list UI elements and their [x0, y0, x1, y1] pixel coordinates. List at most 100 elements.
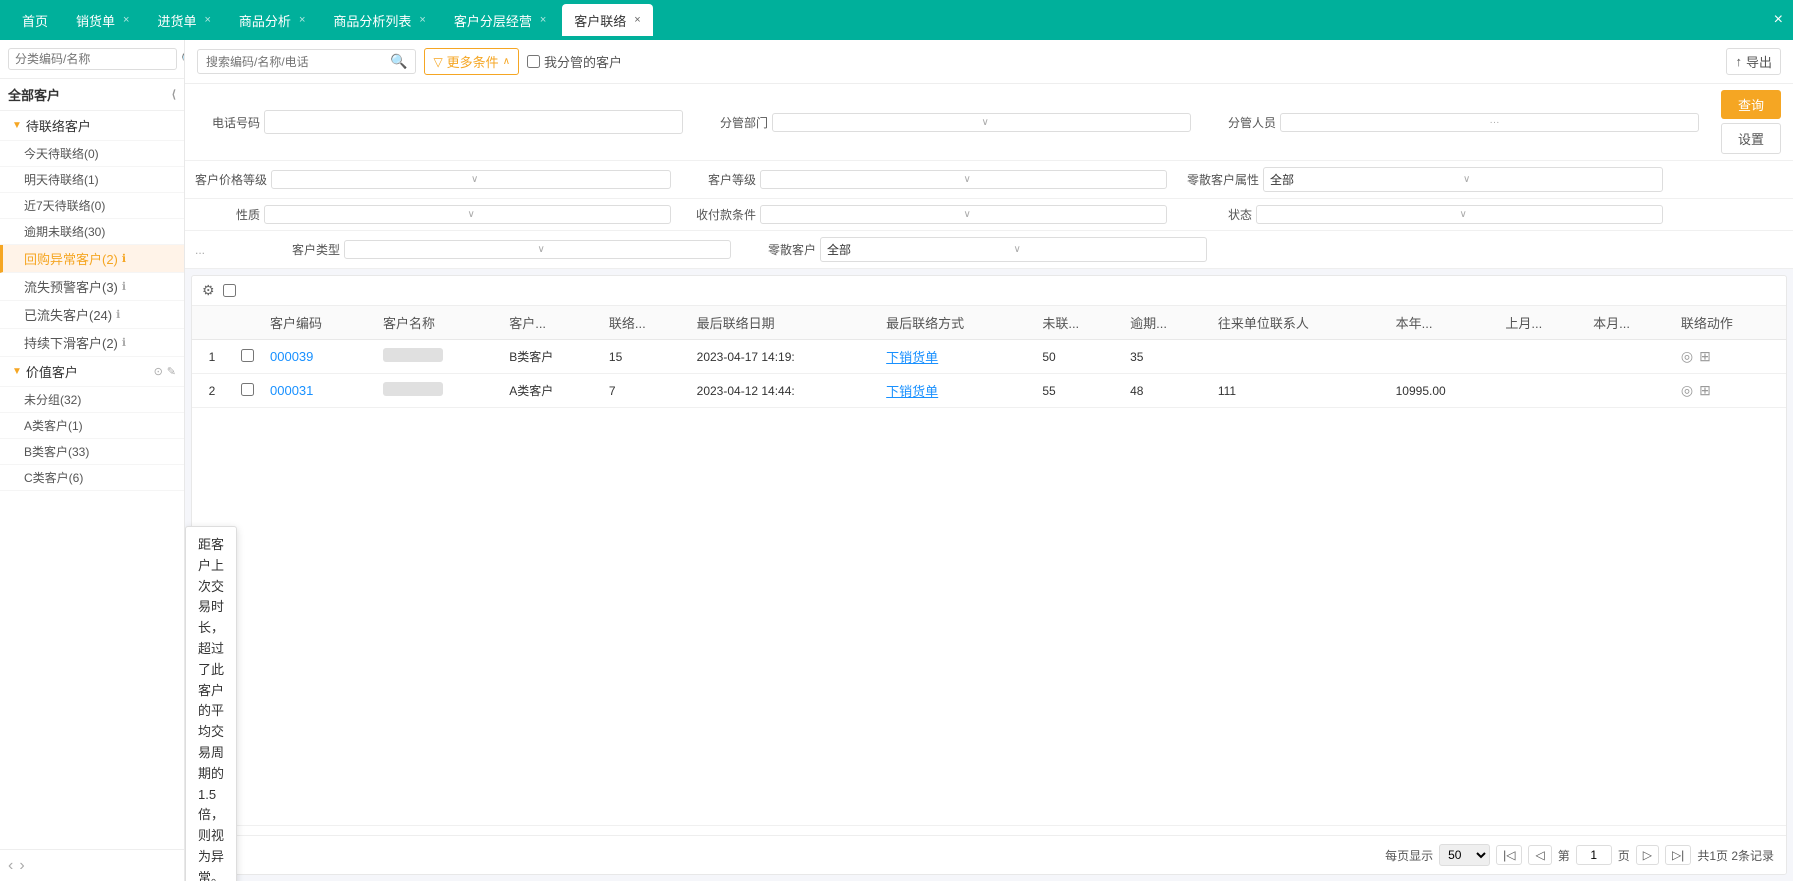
close-tab-product-analysis-list[interactable]: ×	[419, 14, 425, 26]
sidebar-collapse-icon[interactable]: ⟨	[172, 88, 176, 101]
sidebar-item-b-class[interactable]: B类客户(33)	[0, 439, 184, 465]
settings-icon-value[interactable]: ✎	[167, 365, 176, 378]
table-row: 1 000039 B类客户 15 2023-04-17 14:19: 下销货单 …	[192, 340, 1786, 374]
sidebar-item-declining[interactable]: 持续下滑客户(2) ℹ	[0, 329, 184, 357]
close-tab-sales-order[interactable]: ×	[123, 14, 129, 26]
col-customer-type[interactable]: 客户...	[501, 306, 601, 340]
query-button[interactable]: 查询	[1721, 90, 1781, 119]
last-page-button[interactable]: ▷|	[1665, 845, 1691, 865]
customer-code-link[interactable]: 000039	[270, 349, 313, 364]
col-customer-name[interactable]: 客户名称	[375, 306, 501, 340]
col-unread[interactable]: 未联...	[1034, 306, 1122, 340]
unread-cell: 50	[1034, 340, 1122, 374]
price-level-chevron-icon: ∨	[471, 174, 664, 185]
export-button[interactable]: ↑ 导出	[1726, 48, 1781, 75]
more-dots[interactable]: ...	[195, 243, 205, 257]
tab-home[interactable]: 首页	[10, 4, 60, 36]
sidebar-item-repurchase-abnormal[interactable]: 回购异常客户(2) ℹ	[0, 245, 184, 273]
sidebar-search-input[interactable]	[8, 48, 177, 70]
more-conditions-button[interactable]: ▽ 更多条件 ∧	[424, 48, 519, 75]
col-last-contact-date[interactable]: 最后联络日期	[689, 306, 879, 340]
col-customer-code[interactable]: 客户编码	[262, 306, 375, 340]
gender-select[interactable]: ∨	[264, 205, 671, 224]
toolbar-search-input[interactable]	[206, 55, 386, 69]
close-tab-customer-contact[interactable]: ×	[634, 14, 640, 26]
sidebar-prev-icon[interactable]: ‹	[8, 857, 13, 875]
tab-customer-contact[interactable]: 客户联络 ×	[562, 4, 652, 36]
tab-sales-order[interactable]: 销货单 ×	[64, 4, 141, 36]
sidebar-item-7days-pending[interactable]: 近7天待联络(0)	[0, 193, 184, 219]
tab-product-analysis-list[interactable]: 商品分析列表 ×	[321, 4, 437, 36]
tab-purchase-order[interactable]: 进货单 ×	[145, 4, 222, 36]
contact-action-icon[interactable]: ◎	[1681, 382, 1693, 399]
table-scrollbar[interactable]	[192, 825, 1786, 835]
my-customers-check[interactable]	[527, 55, 540, 68]
col-last-contact-method[interactable]: 最后联络方式	[878, 306, 1034, 340]
last-contact-method-link[interactable]: 下销货单	[886, 350, 938, 365]
status-select[interactable]: ∨	[1256, 205, 1663, 224]
sidebar-next-icon[interactable]: ›	[19, 857, 24, 875]
close-tab-customer-stratification[interactable]: ×	[540, 14, 546, 26]
this-year-cell: 10995.00	[1388, 374, 1498, 408]
action-cell: ◎ ⊞	[1673, 340, 1786, 374]
more-action-icon[interactable]: ⊞	[1699, 382, 1711, 399]
sidebar-group-pending[interactable]: ▼ 待联络客户	[0, 111, 184, 141]
close-tab-purchase-order[interactable]: ×	[204, 14, 210, 26]
my-customers-checkbox[interactable]: 我分管的客户	[527, 52, 622, 71]
row-checkbox-cell	[232, 374, 262, 408]
dept-select[interactable]: ∨	[772, 113, 1191, 132]
app-close-button[interactable]: ×	[1774, 11, 1783, 29]
customer-level-select[interactable]: ∨	[760, 170, 1167, 189]
payment-label: 收付款条件	[691, 206, 756, 223]
contact-action-icon[interactable]: ◎	[1681, 348, 1693, 365]
col-last-month[interactable]: 上月...	[1497, 306, 1585, 340]
retail-attr-select[interactable]: 全部 ∨	[1263, 167, 1663, 192]
per-page-select[interactable]: 50 10 20 100	[1439, 844, 1490, 866]
col-this-year[interactable]: 本年...	[1388, 306, 1498, 340]
sidebar-item-overdue-pending[interactable]: 逾期未联络(30)	[0, 219, 184, 245]
customer-code-cell: 000039	[262, 340, 375, 374]
customer-type-label: 客户类型	[275, 241, 340, 258]
retail-customer-select[interactable]: 全部 ∨	[820, 237, 1207, 262]
person-select[interactable]: ···	[1280, 113, 1699, 132]
gender-label: 性质	[195, 206, 260, 223]
settings-button[interactable]: 设置	[1721, 123, 1781, 154]
last-contact-method-link[interactable]: 下销货单	[886, 384, 938, 399]
last-contact-method-cell: 下销货单	[878, 374, 1034, 408]
close-tab-product-analysis[interactable]: ×	[299, 14, 305, 26]
col-overdue[interactable]: 逾期...	[1122, 306, 1210, 340]
table-settings-icon[interactable]: ⚙	[202, 282, 215, 299]
sidebar-item-a-class[interactable]: A类客户(1)	[0, 413, 184, 439]
col-this-month[interactable]: 本月...	[1585, 306, 1673, 340]
edit-icon-value[interactable]: ⊙	[154, 365, 163, 378]
sidebar-item-c-class[interactable]: C类客户(6)	[0, 465, 184, 491]
payment-select[interactable]: ∨	[760, 205, 1167, 224]
row-checkbox[interactable]	[241, 349, 254, 362]
sidebar-item-churn-warning[interactable]: 流失预警客户(3) ℹ	[0, 273, 184, 301]
prev-page-button[interactable]: ◁	[1528, 845, 1551, 865]
sidebar-item-tomorrow-pending[interactable]: 明天待联络(1)	[0, 167, 184, 193]
phone-input[interactable]	[264, 110, 683, 134]
sidebar-item-ungroup[interactable]: 未分组(32)	[0, 387, 184, 413]
sidebar-item-churned[interactable]: 已流失客户(24) ℹ	[0, 301, 184, 329]
sidebar-item-today-pending[interactable]: 今天待联络(0)	[0, 141, 184, 167]
col-company-contact[interactable]: 往来单位联系人	[1210, 306, 1388, 340]
price-level-label: 客户价格等级	[195, 171, 267, 188]
overdue-cell: 35	[1122, 340, 1210, 374]
toolbar-search-icon[interactable]: 🔍	[390, 53, 407, 70]
customer-code-link[interactable]: 000031	[270, 383, 313, 398]
customer-type-select[interactable]: ∨	[344, 240, 731, 259]
sidebar-all-customers[interactable]: 全部客户 ⟨	[0, 79, 184, 111]
col-action[interactable]: 联络动作	[1673, 306, 1786, 340]
row-checkbox[interactable]	[241, 383, 254, 396]
first-page-button[interactable]: |◁	[1496, 845, 1522, 865]
tab-customer-stratification[interactable]: 客户分层经营 ×	[442, 4, 558, 36]
table-select-all[interactable]	[223, 284, 236, 297]
tab-product-analysis[interactable]: 商品分析 ×	[227, 4, 317, 36]
more-action-icon[interactable]: ⊞	[1699, 348, 1711, 365]
next-page-button[interactable]: ▷	[1636, 845, 1659, 865]
current-page-input[interactable]	[1576, 845, 1612, 865]
sidebar-group-value[interactable]: ▼ 价值客户 ⊙ ✎	[0, 357, 184, 387]
price-level-select[interactable]: ∨	[271, 170, 671, 189]
col-contact[interactable]: 联络...	[601, 306, 689, 340]
